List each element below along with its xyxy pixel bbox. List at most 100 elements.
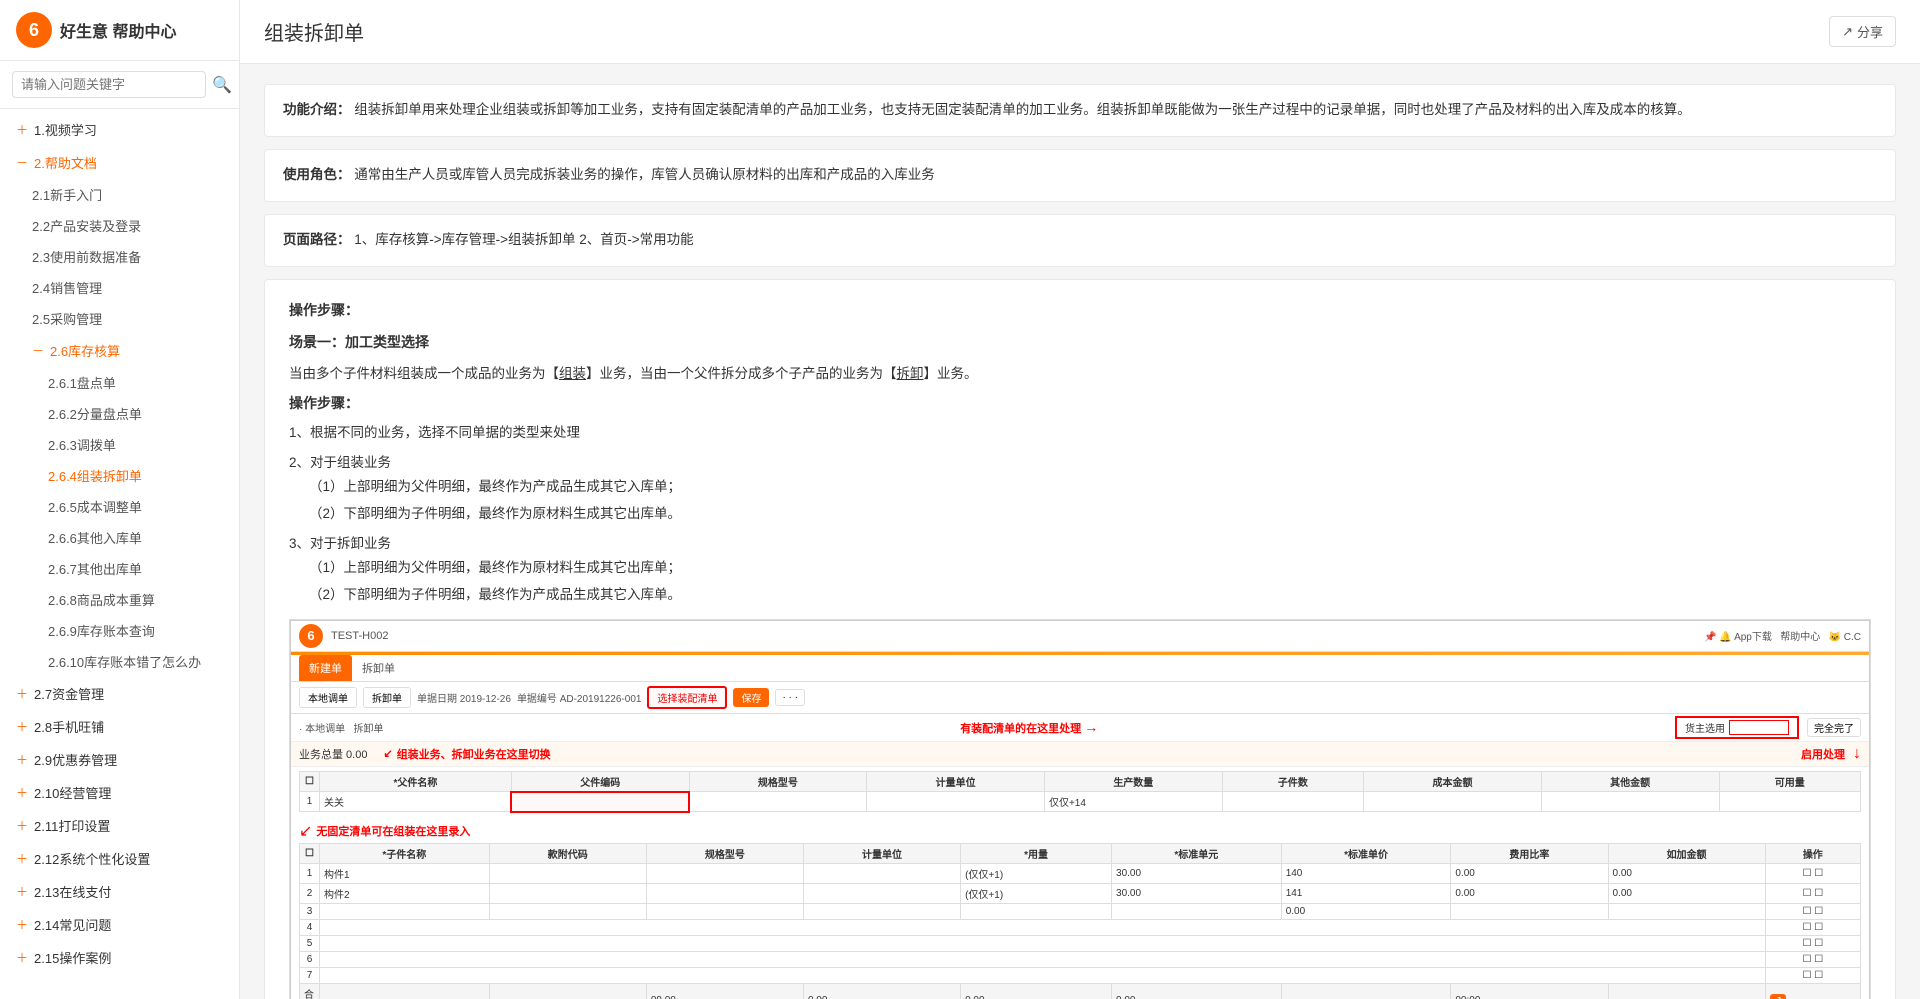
sidebar-item-2-6-9[interactable]: 2.6.9库存账本查询 xyxy=(0,615,239,646)
ss-lower-row-7: 7 ☐ ☐ xyxy=(300,967,1861,983)
sidebar-item-2-6[interactable]: － 2.6库存核算 xyxy=(0,334,239,367)
ss-upper-cell-cost xyxy=(1364,792,1542,812)
ss-lr7-ops: ☐ ☐ xyxy=(1765,967,1860,983)
sidebar-item-2-6-5[interactable]: 2.6.5成本调整单 xyxy=(0,491,239,522)
search-button[interactable]: 🔍 xyxy=(212,75,232,95)
role-block: 使用角色： 通常由生产人员或库管人员完成拆装业务的操作，库管人员确认原材料的出库… xyxy=(264,149,1896,202)
ss-lr2-std-price: 141 xyxy=(1281,883,1451,903)
ss-lt-amount: 如加金额 xyxy=(1608,843,1765,863)
ss-upper-cell-qty: 仅仅+14 xyxy=(1044,792,1222,812)
ss-lr1-std-unit: 30.00 xyxy=(1112,863,1282,883)
sidebar-item-2-3[interactable]: 2.3使用前数据准备 xyxy=(0,241,239,272)
ss-upper-cell-name: 关关 xyxy=(320,792,512,812)
step3-sub1: （1）上部明细为父件明细，最终作为原材料生成其它出库单； xyxy=(309,556,1871,580)
sidebar-item-video[interactable]: ＋ 1.视频学习 xyxy=(0,113,239,146)
sidebar-item-2-13[interactable]: ＋ 2.13在线支付 xyxy=(0,875,239,908)
ss-upper-table: ☐ *父件名称 父件编码 规格型号 计量单位 生产数量 子件数 成本金额 其他金… xyxy=(299,771,1861,813)
ss-th-cost: 成本金额 xyxy=(1364,771,1542,792)
ss-lr2-std-unit: 30.00 xyxy=(1112,883,1282,903)
sidebar-item-2-6-3[interactable]: 2.6.3调拨单 xyxy=(0,429,239,460)
sidebar-item-2-6-2[interactable]: 2.6.2分量盘点单 xyxy=(0,398,239,429)
ss-lt-unit: 计量单位 xyxy=(803,843,960,863)
sidebar-item-2-8[interactable]: ＋ 2.8手机旺铺 xyxy=(0,710,239,743)
ss-th-parent-name: *父件名称 xyxy=(320,771,512,792)
ss-lt-name: *子件名称 xyxy=(320,843,490,863)
logo-icon: 6 xyxy=(16,12,52,48)
sidebar-item-2-4[interactable]: 2.4销售管理 xyxy=(0,272,239,303)
sidebar-item-2-10[interactable]: ＋ 2.10经营管理 xyxy=(0,776,239,809)
ss-owner-input[interactable] xyxy=(1729,720,1789,735)
ss-upper-cell-sub xyxy=(1222,792,1363,812)
ss-icons: 📌 🔔 App下载 帮助中心 🐱 C.C xyxy=(1704,628,1861,643)
ss-footer-time: 00:00 xyxy=(1451,983,1608,999)
ss-upper-cell-spec xyxy=(689,792,867,812)
ss-tab-new[interactable]: 新建单 xyxy=(299,655,352,681)
ss-th-spec: 规格型号 xyxy=(689,771,867,792)
sidebar-item-2-15[interactable]: ＋ 2.15操作案例 xyxy=(0,941,239,974)
sidebar-item-2-11[interactable]: ＋ 2.11打印设置 xyxy=(0,809,239,842)
sidebar-item-2-6-7[interactable]: 2.6.7其他出库单 xyxy=(0,553,239,584)
ss-lr2-ops: ☐ ☐ xyxy=(1765,883,1860,903)
ss-lower-table: ☐ *子件名称 款附代码 规格型号 计量单位 *用量 *标准单元 *标准单价 费… xyxy=(299,843,1861,999)
ss-tab-list[interactable]: 拆卸单 xyxy=(352,655,405,681)
feature-intro-block: 功能介绍： 组装拆卸单用来处理企业组装或拆卸等加工业务，支持有固定装配清单的产品… xyxy=(264,84,1896,137)
ss-upper-cell-avail xyxy=(1719,792,1860,812)
annotation2-arrow-left: ↙ xyxy=(383,747,392,760)
plus-icon-2-9: ＋ xyxy=(16,751,28,768)
ss-lower-row-3: 3 0.00 ☐ ☐ xyxy=(300,903,1861,919)
step2-sub-list: （1）上部明细为父件明细，最终作为产成品生成其它入库单； （2）下部明细为子件明… xyxy=(289,475,1871,526)
step3-sub2: （2）下部明细为子件明细，最终作为产成品生成其它入库单。 xyxy=(309,583,1871,607)
ss-lr4-empty xyxy=(320,919,1766,935)
ss-lr3-std-unit xyxy=(1112,903,1282,919)
sidebar-item-2-6-8[interactable]: 2.6.8商品成本重算 xyxy=(0,584,239,615)
ss-lr1-code xyxy=(489,863,646,883)
ss-lr2-fee: 0.00 xyxy=(1451,883,1608,903)
ss-lower-row-2: 2 构件2 (仅仅+1) 30.00 141 0.00 0.00 xyxy=(300,883,1861,903)
page-title: 组装拆卸单 xyxy=(264,17,364,46)
share-button[interactable]: ↗ 分享 xyxy=(1829,16,1896,47)
ss-upper-cell-unit xyxy=(867,792,1045,812)
ss-lt-std-price: *标准单价 xyxy=(1281,843,1451,863)
sidebar-item-2-6-6[interactable]: 2.6.6其他入库单 xyxy=(0,522,239,553)
ss-btn-cancel[interactable]: 本地调单 xyxy=(299,687,357,708)
ss-expand-btn[interactable]: ↗ xyxy=(1770,994,1786,999)
text-disassemble: 拆卸 xyxy=(897,366,924,381)
ss-more-btn[interactable]: · · · xyxy=(775,689,805,706)
ss-btn-draft[interactable]: 拆卸单 xyxy=(363,687,411,708)
step-2: 2、对于组装业务 （1）上部明细为父件明细，最终作为产成品生成其它入库单； （2… xyxy=(289,451,1871,526)
ss-th-qty: 生产数量 xyxy=(1044,771,1222,792)
ss-assemble-btn[interactable]: 选择装配清单 xyxy=(647,686,727,709)
ss-confirm-btn[interactable]: 完全完了 xyxy=(1807,718,1861,737)
search-input[interactable] xyxy=(12,71,206,98)
scenario1-title: 场景一：加工类型选择 xyxy=(289,332,1871,352)
annotation2-text: ↙ 组装业务、拆卸业务在这里切换 xyxy=(383,746,550,762)
ss-owner-label: 货主选用 xyxy=(1685,720,1725,735)
step-1: 1、根据不同的业务，选择不同单据的类型来处理 xyxy=(289,421,1871,445)
sidebar-item-2-5[interactable]: 2.5采购管理 xyxy=(0,303,239,334)
feature-label: 功能介绍： xyxy=(283,102,351,117)
step2-sub1: （1）上部明细为父件明细，最终作为产成品生成其它入库单； xyxy=(309,475,1871,499)
sidebar: 6 好生意 帮助中心 🔍 ＋ 1.视频学习 － 2.帮助文档 2.1新手入门 2… xyxy=(0,0,240,999)
ss-th-avail: 可用量 xyxy=(1719,771,1860,792)
ss-owner-box: 货主选用 xyxy=(1675,716,1799,739)
sidebar-item-docs[interactable]: － 2.帮助文档 xyxy=(0,146,239,179)
sidebar-item-2-2[interactable]: 2.2产品安装及登录 xyxy=(0,210,239,241)
sidebar-item-2-9[interactable]: ＋ 2.9优惠券管理 xyxy=(0,743,239,776)
ss-field-date: 单据日期 2019-12-26 xyxy=(417,690,511,705)
main-content: 组装拆卸单 ↗ 分享 功能介绍： 组装拆卸单用来处理企业组装或拆卸等加工业务，支… xyxy=(240,0,1920,999)
sidebar-item-2-14[interactable]: ＋ 2.14常见问题 xyxy=(0,908,239,941)
ss-lr3-std-price: 0.00 xyxy=(1281,903,1451,919)
nav-section: ＋ 1.视频学习 － 2.帮助文档 2.1新手入门 2.2产品安装及登录 2.3… xyxy=(0,109,239,978)
sidebar-item-2-12[interactable]: ＋ 2.12系统个性化设置 xyxy=(0,842,239,875)
ss-footer-total4: 0.00 xyxy=(1112,983,1282,999)
ss-save-btn[interactable]: 保存 xyxy=(733,688,769,707)
sidebar-item-2-6-10[interactable]: 2.6.10库存账本错了怎么办 xyxy=(0,646,239,677)
sidebar-item-2-7[interactable]: ＋ 2.7资金管理 xyxy=(0,677,239,710)
sidebar-item-2-1[interactable]: 2.1新手入门 xyxy=(0,179,239,210)
ss-footer-empty3 xyxy=(1281,983,1451,999)
sidebar-item-2-6-4[interactable]: 2.6.4组装拆卸单 xyxy=(0,460,239,491)
ss-upper-row-1: 1 关关 仅仅+14 xyxy=(300,792,1861,812)
ss-lr2-spec xyxy=(646,883,803,903)
ss-th-other: 其他金额 xyxy=(1541,771,1719,792)
sidebar-item-2-6-1[interactable]: 2.6.1盘点单 xyxy=(0,367,239,398)
